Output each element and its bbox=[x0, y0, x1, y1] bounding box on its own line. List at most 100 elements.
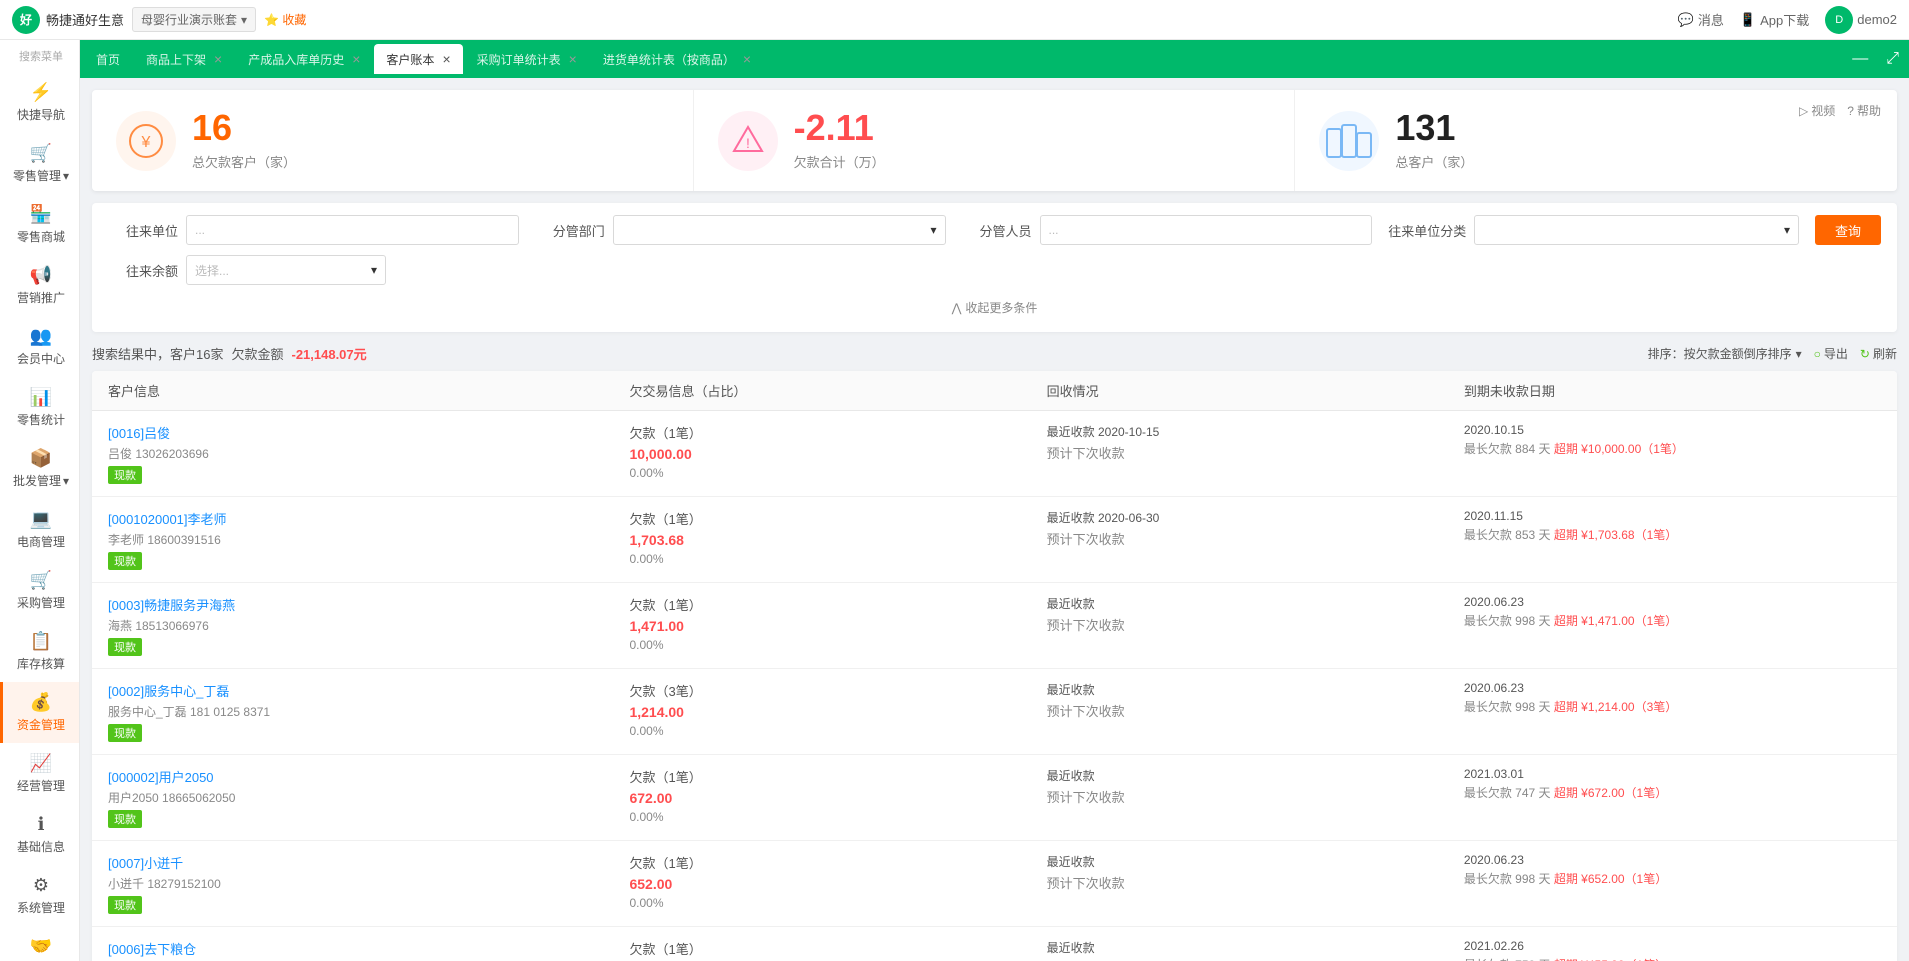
store-selector[interactable]: 母婴行业演示账套 ▾ bbox=[132, 7, 256, 32]
tab-close-product-list[interactable]: × bbox=[214, 51, 222, 67]
owe-amount[interactable]: 10,000.00 bbox=[629, 446, 1046, 462]
recent-collect: 最近收款 bbox=[1047, 595, 1464, 612]
owe-amount[interactable]: 1,703.68 bbox=[629, 532, 1046, 548]
sidebar-item-system[interactable]: ⚙ 系统管理 bbox=[0, 865, 79, 926]
customer-name[interactable]: [0016]吕俊 bbox=[108, 423, 629, 442]
due-cell: 2021.02.26 最长欠款 750 天 超期 ¥455.90（1笔） bbox=[1464, 939, 1881, 961]
filter-unit-input[interactable]: ... bbox=[186, 215, 519, 245]
chevron-down-icon3: ▾ bbox=[371, 263, 377, 277]
customer-name[interactable]: [0006]去下粮仓 bbox=[108, 939, 629, 958]
owe-amount[interactable]: 1,214.00 bbox=[629, 704, 1046, 720]
sidebar-item-marketing[interactable]: 📢 营销推广 bbox=[0, 255, 79, 316]
filter-balance: 往来余额 选择... ▾ bbox=[108, 255, 1881, 285]
stat-card-total-customers: 131 总客户（家） ▷ 视频 ? 帮助 bbox=[1295, 90, 1897, 191]
next-collect: 预计下次收款 bbox=[1047, 529, 1464, 548]
filter-person-input[interactable]: ... bbox=[1040, 215, 1373, 245]
tab-close-purchase-stats[interactable]: × bbox=[743, 51, 751, 67]
video-icon: ▷ bbox=[1799, 104, 1808, 118]
customer-detail: 服务中心_丁磊 181 0125 8371 bbox=[108, 703, 629, 720]
search-button[interactable]: 查询 bbox=[1815, 215, 1881, 245]
filter-category-select[interactable]: ▾ bbox=[1474, 215, 1799, 245]
customer-name[interactable]: [0003]畅捷服务尹海燕 bbox=[108, 595, 629, 614]
owe-pct: 0.00% bbox=[629, 638, 1046, 652]
download-icon: 📱 bbox=[1740, 12, 1756, 28]
refresh-btn[interactable]: ↻ 刷新 bbox=[1860, 345, 1897, 362]
owe-info-cell: 欠款（3笔） 1,214.00 0.00% bbox=[629, 681, 1046, 738]
customer-name[interactable]: [0007]小迸千 bbox=[108, 853, 629, 872]
overdue-days: 最长欠款 747 天 超期 ¥672.00（1笔） bbox=[1464, 784, 1881, 801]
owe-pct: 0.00% bbox=[629, 810, 1046, 824]
sidebar-item-retail-stats[interactable]: 📊 零售统计 bbox=[0, 377, 79, 438]
sidebar-item-inventory[interactable]: 📋 库存核算 bbox=[0, 621, 79, 682]
sidebar-item-finance[interactable]: 💰 资金管理 bbox=[0, 682, 79, 743]
recover-cell: 最近收款 预计下次收款 bbox=[1047, 681, 1464, 720]
filter-dept-select[interactable]: ▾ bbox=[613, 215, 946, 245]
app-name: 畅捷通好生意 bbox=[46, 10, 124, 29]
customer-name[interactable]: [0002]服务中心_丁磊 bbox=[108, 681, 629, 700]
due-date: 2020.06.23 bbox=[1464, 681, 1881, 695]
tab-customer-ledger[interactable]: 客户账本 × bbox=[374, 44, 462, 74]
sidebar-item-enterprise[interactable]: 🤝 企业协同 bbox=[0, 926, 79, 961]
overdue-amount[interactable]: 超期 ¥652.00（1笔） bbox=[1554, 872, 1667, 886]
sidebar-item-member[interactable]: 👥 会员中心 bbox=[0, 316, 79, 377]
due-date: 2020.06.23 bbox=[1464, 595, 1881, 609]
customer-name[interactable]: [000002]用户2050 bbox=[108, 767, 629, 786]
tab-product-list[interactable]: 商品上下架 × bbox=[134, 44, 234, 74]
tab-collapse-btn[interactable]: — bbox=[1846, 48, 1874, 70]
customer-name[interactable]: [0001020001]李老师 bbox=[108, 509, 629, 528]
message-btn[interactable]: 💬 消息 bbox=[1678, 10, 1724, 29]
tab-home[interactable]: 首页 bbox=[84, 44, 132, 74]
collapse-filters-btn[interactable]: ⋀ 收起更多条件 bbox=[952, 295, 1038, 320]
sidebar-item-operations[interactable]: 📈 经营管理 bbox=[0, 743, 79, 804]
video-btn[interactable]: ▷ 视频 bbox=[1799, 102, 1835, 119]
customer-detail: 李老师 18600391516 bbox=[108, 531, 629, 548]
tab-purchase-order[interactable]: 采购订单统计表 × bbox=[465, 44, 589, 74]
overdue-amount[interactable]: 超期 ¥672.00（1笔） bbox=[1554, 786, 1667, 800]
sidebar-item-retail-mall[interactable]: 🏪 零售商城 bbox=[0, 194, 79, 255]
overdue-amount[interactable]: 超期 ¥1,214.00（3笔） bbox=[1554, 700, 1677, 714]
customer-info-cell: [0001020001]李老师 李老师 18600391516 现款 bbox=[108, 509, 629, 570]
tab-close-ledger[interactable]: × bbox=[442, 51, 450, 67]
table-header: 客户信息 欠交易信息（占比） 回收情况 到期未收款日期 bbox=[92, 371, 1897, 411]
owe-info-cell: 欠款（1笔） 10,000.00 0.00% bbox=[629, 423, 1046, 480]
sidebar-item-ecommerce[interactable]: 💻 电商管理 bbox=[0, 499, 79, 560]
owe-amount[interactable]: 1,471.00 bbox=[629, 618, 1046, 634]
next-collect: 预计下次收款 bbox=[1047, 787, 1464, 806]
sidebar-item-wholesale[interactable]: 📦 批发管理 ▾ bbox=[0, 438, 79, 499]
overdue-days: 最长欠款 750 天 超期 ¥455.90（1笔） bbox=[1464, 956, 1881, 961]
overdue-amount[interactable]: 超期 ¥1,703.68（1笔） bbox=[1554, 528, 1677, 542]
tab-close-purchase[interactable]: × bbox=[569, 51, 577, 67]
help-btn[interactable]: ? 帮助 bbox=[1847, 102, 1881, 119]
sort-select[interactable]: 排序：按欠款金额倒序排序 ▾ bbox=[1648, 345, 1802, 362]
sidebar-search[interactable]: 搜索菜单 bbox=[0, 40, 79, 72]
sidebar-shortcut[interactable]: ⭐ 收藏 bbox=[264, 11, 306, 28]
due-cell: 2020.10.15 最长欠款 884 天 超期 ¥10,000.00（1笔） bbox=[1464, 423, 1881, 457]
tab-close-inventory[interactable]: × bbox=[352, 51, 360, 67]
sidebar-item-retail-mgmt[interactable]: 🛒 零售管理 ▾ bbox=[0, 133, 79, 194]
table-row: [0002]服务中心_丁磊 服务中心_丁磊 181 0125 8371 现款 欠… bbox=[92, 669, 1897, 755]
owe-amount[interactable]: 672.00 bbox=[629, 790, 1046, 806]
sidebar-item-purchase[interactable]: 🛒 采购管理 bbox=[0, 560, 79, 621]
owe-count: 欠款（1笔） bbox=[629, 853, 1046, 872]
sidebar-item-quick-nav[interactable]: ⚡ 快捷导航 bbox=[0, 72, 79, 133]
stat-icon-total bbox=[1319, 111, 1379, 171]
stat-value-total-customers: 131 bbox=[1395, 110, 1473, 146]
user-menu[interactable]: D demo2 bbox=[1825, 6, 1897, 34]
tab-inventory-history[interactable]: 产成品入库单历史 × bbox=[236, 44, 372, 74]
help-icon: ? bbox=[1847, 104, 1854, 118]
owe-amount[interactable]: 652.00 bbox=[629, 876, 1046, 892]
customer-info-cell: [0002]服务中心_丁磊 服务中心_丁磊 181 0125 8371 现款 bbox=[108, 681, 629, 742]
overdue-amount[interactable]: 超期 ¥1,471.00（1笔） bbox=[1554, 614, 1677, 628]
tab-maximize-btn[interactable]: ⤢ bbox=[1880, 48, 1905, 70]
tab-purchase-stats[interactable]: 进货单统计表（按商品） × bbox=[591, 44, 763, 74]
app-download-btn[interactable]: 📱 App下载 bbox=[1740, 10, 1809, 29]
stat-card-owe-customers: ¥ 16 总欠款客户（家） bbox=[92, 90, 694, 191]
sidebar-item-basic-info[interactable]: ℹ 基础信息 bbox=[0, 804, 79, 865]
export-btn[interactable]: ○ 导出 bbox=[1814, 345, 1848, 362]
stat-label-owe-customers: 总欠款客户（家） bbox=[192, 152, 296, 171]
filter-balance-select[interactable]: 选择... ▾ bbox=[186, 255, 386, 285]
overdue-amount[interactable]: 超期 ¥10,000.00（1笔） bbox=[1554, 442, 1684, 456]
overdue-days: 最长欠款 998 天 超期 ¥652.00（1笔） bbox=[1464, 870, 1881, 887]
customer-detail: 海燕 18513066976 bbox=[108, 617, 629, 634]
overdue-days: 最长欠款 998 天 超期 ¥1,471.00（1笔） bbox=[1464, 612, 1881, 629]
